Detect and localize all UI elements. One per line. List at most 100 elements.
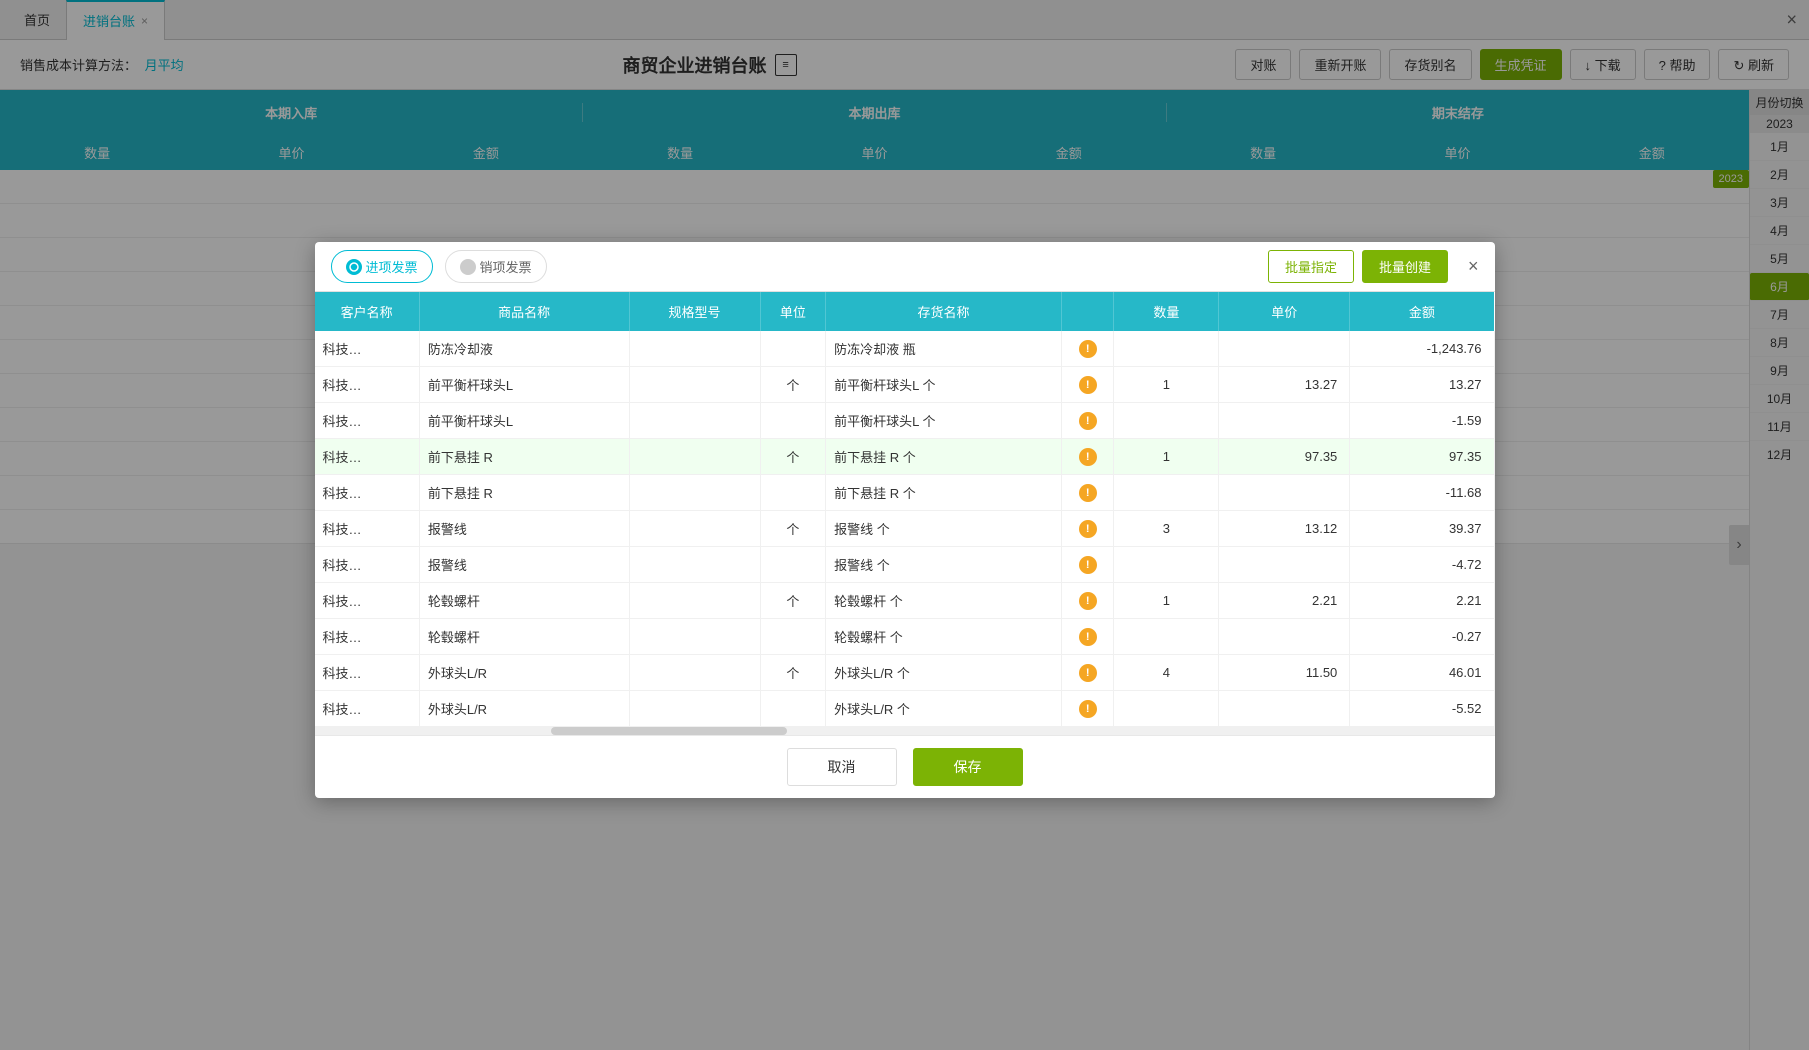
cell-qty [1114, 475, 1219, 511]
modal-close-icon[interactable]: × [1468, 256, 1479, 277]
cell-inventory-name: 防冻冷却液 瓶 [826, 331, 1062, 367]
cell-qty: 1 [1114, 439, 1219, 475]
cell-spec [629, 691, 760, 727]
cell-product-name: 轮毂螺杆 [419, 583, 629, 619]
income-tab-icon [346, 259, 362, 275]
sales-tab-icon [460, 259, 476, 275]
sales-tab-label: 销项发票 [480, 257, 532, 276]
cell-price [1219, 475, 1350, 511]
warn-icon: ! [1079, 448, 1097, 466]
cell-amount: -0.27 [1350, 619, 1494, 655]
cell-warn: ! [1061, 367, 1113, 403]
cell-company: 科技… [315, 439, 420, 475]
warn-icon: ! [1079, 520, 1097, 538]
cell-amount: -4.72 [1350, 547, 1494, 583]
cell-company: 科技… [315, 547, 420, 583]
cancel-button[interactable]: 取消 [787, 748, 897, 786]
cell-product-name: 前平衡杆球头L [419, 403, 629, 439]
th-warn [1061, 292, 1113, 331]
tab-sales-invoice[interactable]: 销项发票 [445, 250, 547, 283]
table-row: 科技… 前平衡杆球头L 个 前平衡杆球头L 个 ! 1 13.27 13.27 [315, 367, 1495, 403]
th-amount: 金额 [1350, 292, 1494, 331]
cell-price: 11.50 [1219, 655, 1350, 691]
cell-unit: 个 [760, 511, 826, 547]
cell-inventory-name: 前下悬挂 R 个 [826, 475, 1062, 511]
cell-warn: ! [1061, 691, 1113, 727]
cell-price [1219, 331, 1350, 367]
cell-amount: 46.01 [1350, 655, 1494, 691]
cell-warn: ! [1061, 475, 1113, 511]
modal-table-wrap: 客户名称 商品名称 规格型号 单位 存货名称 数量 单价 金额 科技… 防冻冷却… [315, 292, 1495, 727]
warn-icon: ! [1079, 340, 1097, 358]
cell-unit [760, 619, 826, 655]
cell-qty: 1 [1114, 583, 1219, 619]
cell-product-name: 前下悬挂 R [419, 475, 629, 511]
cell-qty: 1 [1114, 367, 1219, 403]
cell-warn: ! [1061, 331, 1113, 367]
table-row: 科技… 前平衡杆球头L 前平衡杆球头L 个 ! -1.59 [315, 403, 1495, 439]
tab-income-invoice[interactable]: 进项发票 [331, 250, 433, 283]
cell-qty: 3 [1114, 511, 1219, 547]
cell-inventory-name: 外球头L/R 个 [826, 655, 1062, 691]
cell-product-name: 外球头L/R [419, 691, 629, 727]
cell-company: 科技… [315, 331, 420, 367]
cell-unit [760, 403, 826, 439]
warn-icon: ! [1079, 376, 1097, 394]
cell-warn: ! [1061, 547, 1113, 583]
cell-company: 科技… [315, 655, 420, 691]
cell-inventory-name: 轮毂螺杆 个 [826, 619, 1062, 655]
th-product-name: 商品名称 [419, 292, 629, 331]
cell-spec [629, 583, 760, 619]
horizontal-scrollbar[interactable] [315, 727, 1495, 735]
cell-company: 科技… [315, 619, 420, 655]
main-content: 销售成本计算方法： 月平均 商贸企业进销台账 ≡ 对账 重新开账 存货别名 生成… [0, 40, 1809, 1050]
cell-spec [629, 619, 760, 655]
cell-inventory-name: 报警线 个 [826, 511, 1062, 547]
income-tab-label: 进项发票 [366, 257, 418, 276]
cell-qty [1114, 331, 1219, 367]
cell-amount: -1,243.76 [1350, 331, 1494, 367]
cell-inventory-name: 前下悬挂 R 个 [826, 439, 1062, 475]
cell-product-name: 前下悬挂 R [419, 439, 629, 475]
modal-footer: 取消 保存 [315, 735, 1495, 798]
cell-company: 科技… [315, 403, 420, 439]
cell-qty [1114, 403, 1219, 439]
table-row: 科技… 外球头L/R 外球头L/R 个 ! -5.52 [315, 691, 1495, 727]
batch-assign-button[interactable]: 批量指定 [1268, 250, 1354, 283]
cell-unit: 个 [760, 439, 826, 475]
cell-warn: ! [1061, 403, 1113, 439]
cell-price: 13.12 [1219, 511, 1350, 547]
cell-product-name: 轮毂螺杆 [419, 619, 629, 655]
warn-icon: ! [1079, 628, 1097, 646]
save-button[interactable]: 保存 [913, 748, 1023, 786]
modal-table: 客户名称 商品名称 规格型号 单位 存货名称 数量 单价 金额 科技… 防冻冷却… [315, 292, 1495, 727]
warn-icon: ! [1079, 664, 1097, 682]
cell-price: 97.35 [1219, 439, 1350, 475]
cell-spec [629, 367, 760, 403]
cell-spec [629, 511, 760, 547]
table-row: 科技… 轮毂螺杆 轮毂螺杆 个 ! -0.27 [315, 619, 1495, 655]
cell-spec [629, 547, 760, 583]
cell-inventory-name: 前平衡杆球头L 个 [826, 403, 1062, 439]
cell-spec [629, 475, 760, 511]
table-row: 科技… 前下悬挂 R 个 前下悬挂 R 个 ! 1 97.35 97.35 [315, 439, 1495, 475]
cell-inventory-name: 轮毂螺杆 个 [826, 583, 1062, 619]
cell-price: 2.21 [1219, 583, 1350, 619]
cell-amount: 97.35 [1350, 439, 1494, 475]
modal-table-body: 科技… 防冻冷却液 防冻冷却液 瓶 ! -1,243.76 科技… 前平衡杆球头… [315, 331, 1495, 727]
cell-product-name: 报警线 [419, 511, 629, 547]
cell-warn: ! [1061, 655, 1113, 691]
cell-unit [760, 691, 826, 727]
cell-amount: 39.37 [1350, 511, 1494, 547]
cell-warn: ! [1061, 583, 1113, 619]
batch-create-button[interactable]: 批量创建 [1362, 250, 1448, 283]
warn-icon: ! [1079, 412, 1097, 430]
th-company: 客户名称 [315, 292, 420, 331]
table-row: 科技… 外球头L/R 个 外球头L/R 个 ! 4 11.50 46.01 [315, 655, 1495, 691]
modal-batch-actions: 批量指定 批量创建 [1268, 250, 1448, 283]
th-spec: 规格型号 [629, 292, 760, 331]
warn-icon: ! [1079, 484, 1097, 502]
warn-icon: ! [1079, 592, 1097, 610]
cell-qty [1114, 547, 1219, 583]
cell-qty [1114, 619, 1219, 655]
